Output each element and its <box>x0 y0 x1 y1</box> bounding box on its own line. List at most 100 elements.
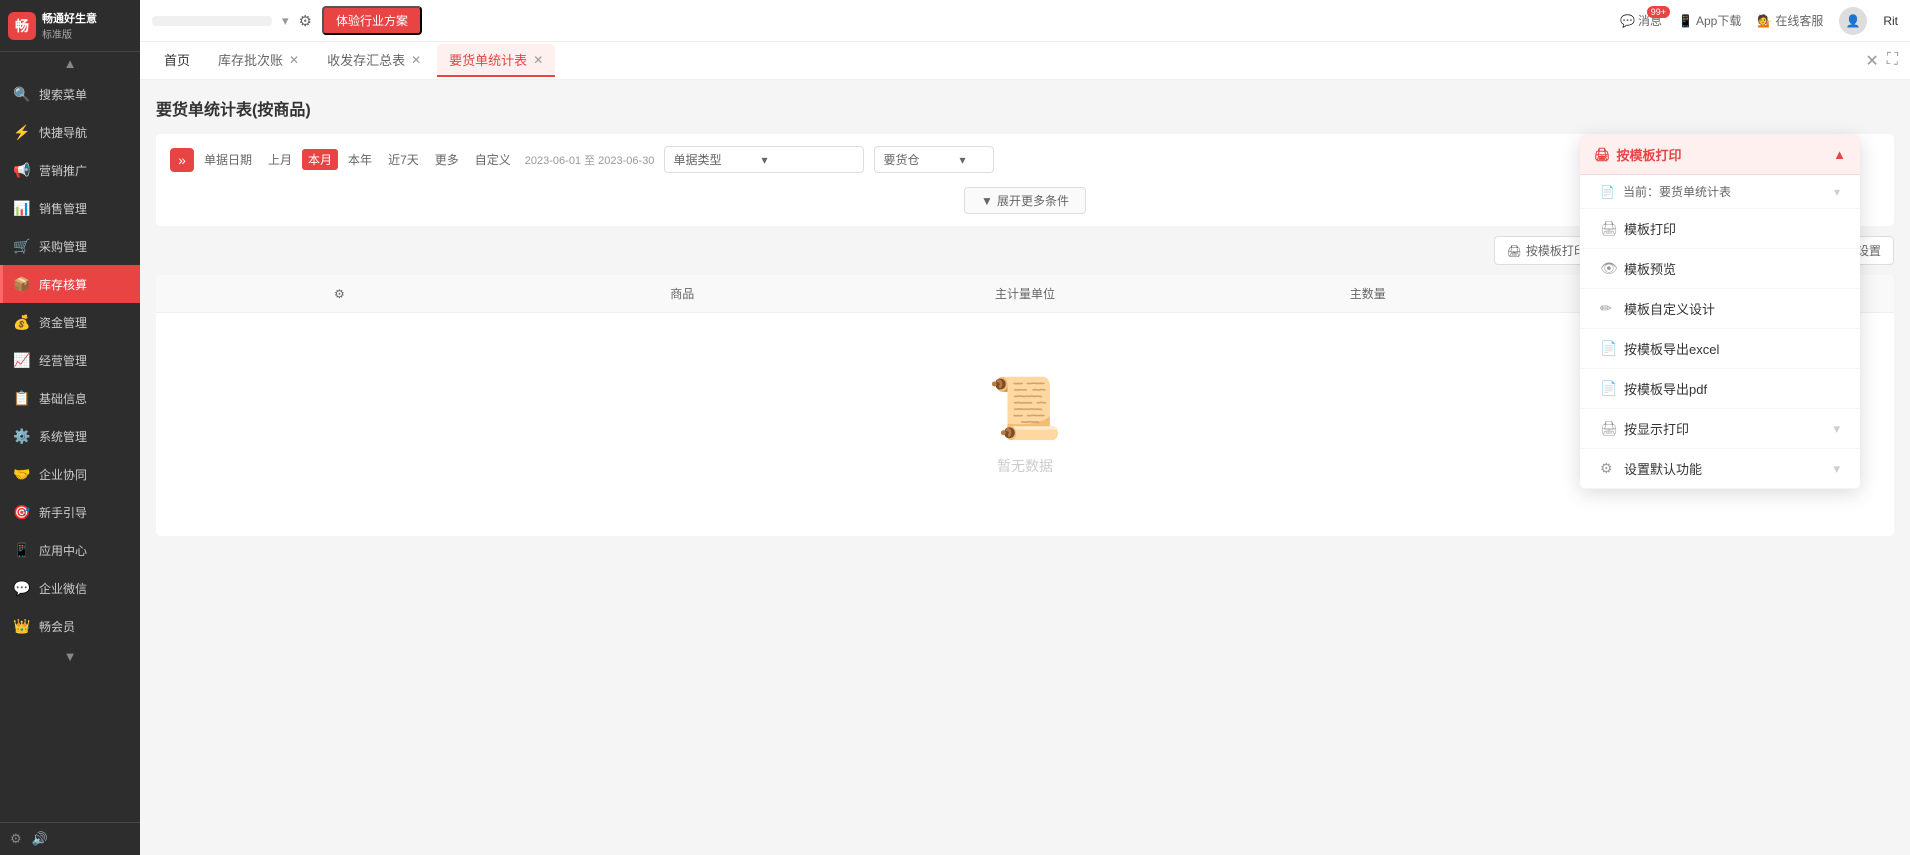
notification-icon: 💬 <box>1620 14 1635 28</box>
dropdown-header[interactable]: 🖨 按模板打印 ▲ <box>1580 135 1860 175</box>
basic-icon: 📋 <box>13 389 31 407</box>
guide-icon: 🎯 <box>13 503 31 521</box>
sidebar-item-sales[interactable]: 📊 销售管理 <box>0 189 140 227</box>
topbar-search[interactable] <box>152 16 272 26</box>
sidebar-item-guide[interactable]: 🎯 新手引导 <box>0 493 140 531</box>
sidebar-item-purchase[interactable]: 🛒 采购管理 <box>0 227 140 265</box>
purchase-icon: 🛒 <box>13 237 31 255</box>
dropdown-print-icon: 🖨 <box>1594 147 1611 163</box>
notification-button[interactable]: 💬 消息 99+ <box>1620 12 1662 29</box>
warehouse-select[interactable]: 要货仓 ▾ <box>874 146 994 173</box>
topbar-gear-icon[interactable]: ⚙ <box>299 12 312 30</box>
tab-batch-account[interactable]: 库存批次账 ✕ <box>206 44 311 77</box>
window-close-icon[interactable]: ✕ <box>1865 51 1878 71</box>
current-template-icon: 📄 <box>1600 185 1615 199</box>
dropdown-arrow-icon[interactable]: ▾ <box>282 13 289 29</box>
sidebar-item-app[interactable]: 📱 应用中心 <box>0 531 140 569</box>
topbar: ▾ ⚙ 体验行业方案 💬 消息 99+ 📱 App下载 💁 在线客服 👤 Rit <box>140 0 1910 42</box>
dropdown-item-default-func[interactable]: ⚙ 设置默认功能 ▾ <box>1580 449 1860 489</box>
dropdown-item-export-excel[interactable]: 📄 按模板导出excel <box>1580 329 1860 369</box>
date-range-display: 2023-06-01 至 2023-06-30 <box>525 152 655 168</box>
sidebar-item-finance[interactable]: 💰 资金管理 <box>0 303 140 341</box>
table-header-gear[interactable]: ⚙ <box>168 287 511 301</box>
export-excel-icon: 📄 <box>1600 340 1616 357</box>
username-label: Rit <box>1883 14 1898 28</box>
sidebar-bottom: ⚙ 🔊 <box>0 822 140 855</box>
tab-collection-summary[interactable]: 收发存汇总表 ✕ <box>315 44 433 77</box>
dropdown-item-template-preview[interactable]: 👁 模板预览 <box>1580 249 1860 289</box>
date-btn-this-year[interactable]: 本年 <box>342 149 378 170</box>
tabbar: 首页 库存批次账 ✕ 收发存汇总表 ✕ 要货单统计表 ✕ ✕ ⛶ <box>140 42 1910 80</box>
print-icon: 🖨 <box>1507 244 1522 258</box>
table-header-unit: 主计量单位 <box>854 285 1197 302</box>
current-template-arrow: ▾ <box>1834 185 1840 199</box>
default-func-icon: ⚙ <box>1600 460 1616 477</box>
sidebar-scroll-up[interactable]: ▲ <box>0 52 140 75</box>
filter-expand-button[interactable]: » <box>170 148 194 172</box>
table-header-goods: 商品 <box>511 285 854 302</box>
marketing-icon: 📢 <box>13 161 31 179</box>
sidebar-item-member[interactable]: 👑 畅会员 <box>0 607 140 645</box>
sidebar-audio-icon[interactable]: 🔊 <box>32 831 48 847</box>
date-btn-custom[interactable]: 自定义 <box>469 149 517 170</box>
tab-order-stats[interactable]: 要货单统计表 ✕ <box>437 44 555 77</box>
page-title: 要货单统计表(按商品) <box>156 96 1894 120</box>
sales-icon: 📊 <box>13 199 31 217</box>
user-avatar[interactable]: 👤 <box>1839 7 1867 35</box>
date-btn-this-month[interactable]: 本月 <box>302 149 338 170</box>
app-icon: 📱 <box>13 541 31 559</box>
topbar-right: 💬 消息 99+ 📱 App下载 💁 在线客服 👤 Rit <box>1620 7 1898 35</box>
dropdown-item-template-custom[interactable]: ✏ 模板自定义设计 <box>1580 289 1860 329</box>
enterprise-icon: 🤝 <box>13 465 31 483</box>
order-type-dropdown-icon: ▾ <box>761 153 767 167</box>
logo-text: 畅通好生意 标准版 <box>42 10 97 41</box>
date-btn-7days[interactable]: 近7天 <box>382 149 425 170</box>
service-icon: 💁 <box>1757 14 1772 28</box>
page-content: 要货单统计表(按商品) » 单据日期 上月 本月 本年 近7天 更多 自定义 2… <box>140 80 1910 855</box>
sidebar-item-quick-nav[interactable]: ⚡ 快捷导航 <box>0 113 140 151</box>
dropdown-item-export-pdf[interactable]: 📄 按模板导出pdf <box>1580 369 1860 409</box>
display-print-arrow: ▾ <box>1833 421 1840 437</box>
app-download-icon: 📱 <box>1678 14 1693 28</box>
app-download-button[interactable]: 📱 App下载 <box>1678 12 1741 29</box>
sidebar-item-basic[interactable]: 📋 基础信息 <box>0 379 140 417</box>
sidebar-item-system[interactable]: ⚙️ 系统管理 <box>0 417 140 455</box>
sidebar-item-enterprise[interactable]: 🤝 企业协同 <box>0 455 140 493</box>
date-btn-last-month[interactable]: 上月 <box>262 149 298 170</box>
table-header-quantity: 主数量 <box>1196 285 1539 302</box>
date-options: 上月 本月 本年 近7天 更多 自定义 2023-06-01 至 2023-06… <box>262 149 654 170</box>
order-type-select[interactable]: 单据类型 ▾ <box>664 146 864 173</box>
empty-text: 暂无数据 <box>997 456 1053 476</box>
sidebar-item-inventory[interactable]: 📦 库存核算 <box>0 265 140 303</box>
dropdown-collapse-icon[interactable]: ▲ <box>1833 147 1846 162</box>
date-btn-more[interactable]: 更多 <box>429 149 465 170</box>
sidebar-item-operation[interactable]: 📈 经营管理 <box>0 341 140 379</box>
tab-home[interactable]: 首页 <box>152 44 202 77</box>
window-expand-icon[interactable]: ⛶ <box>1887 51 1898 71</box>
main-content: ▾ ⚙ 体验行业方案 💬 消息 99+ 📱 App下载 💁 在线客服 👤 Rit <box>140 0 1910 855</box>
logo-icon: 畅 <box>8 12 36 40</box>
export-pdf-icon: 📄 <box>1600 380 1616 397</box>
date-label: 单据日期 <box>204 151 252 168</box>
dropdown-item-template-print[interactable]: 🖨 模板打印 <box>1580 209 1860 249</box>
member-icon: 👑 <box>13 617 31 635</box>
quick-nav-icon: ⚡ <box>13 123 31 141</box>
template-custom-icon: ✏ <box>1600 300 1616 317</box>
tab-batch-account-close[interactable]: ✕ <box>289 53 299 67</box>
empty-icon: 📜 <box>988 373 1063 444</box>
tab-order-stats-close[interactable]: ✕ <box>533 53 543 67</box>
sidebar-item-search[interactable]: 🔍 搜索菜单 <box>0 75 140 113</box>
tab-collection-summary-close[interactable]: ✕ <box>411 53 421 67</box>
experience-button[interactable]: 体验行业方案 <box>322 6 422 35</box>
warehouse-dropdown-icon: ▾ <box>959 153 965 167</box>
sidebar-item-wechat[interactable]: 💬 企业微信 <box>0 569 140 607</box>
sidebar-settings-icon[interactable]: ⚙ <box>10 831 22 847</box>
default-func-arrow: ▾ <box>1833 461 1840 477</box>
sidebar-item-marketing[interactable]: 📢 营销推广 <box>0 151 140 189</box>
sidebar: 畅 畅通好生意 标准版 ▲ 🔍 搜索菜单 ⚡ 快捷导航 📢 营销推广 📊 销售管… <box>0 0 140 855</box>
expand-more-button[interactable]: ▼ 展开更多条件 <box>964 187 1086 214</box>
print-dropdown-menu: 🖨 按模板打印 ▲ 📄 当前：要货单统计表 ▾ 🖨 模板打印 👁 模板预览 ✏ <box>1580 135 1860 489</box>
dropdown-item-display-print[interactable]: 🖨 按显示打印 ▾ <box>1580 409 1860 449</box>
sidebar-scroll-down[interactable]: ▼ <box>0 645 140 668</box>
online-service-button[interactable]: 💁 在线客服 <box>1757 12 1823 29</box>
